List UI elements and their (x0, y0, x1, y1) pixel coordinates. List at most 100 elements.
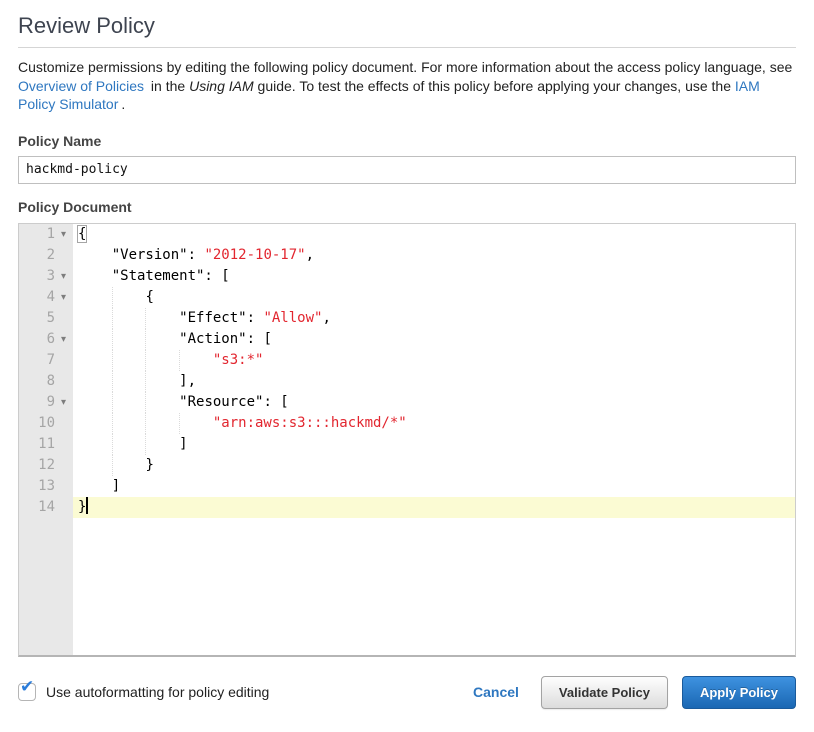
fold-arrow-icon[interactable]: ▾ (55, 392, 66, 413)
indent-guide (112, 287, 113, 308)
validate-policy-button[interactable]: Validate Policy (541, 676, 668, 709)
title-divider (18, 47, 796, 48)
gutter-line-number: 10 (19, 413, 73, 434)
intro-text: Customize permissions by editing the fol… (18, 59, 792, 75)
editor-gutter: 1▾23▾4▾56▾789▾1011121314 (19, 224, 73, 655)
code-token: { (78, 226, 86, 242)
footer-bar: ✔ Use autoformatting for policy editing … (18, 676, 796, 709)
code-token-string: "arn:aws:s3:::hackmd/*" (213, 415, 407, 431)
autoformat-label: Use autoformatting for policy editing (46, 684, 269, 700)
code-token-string: "Allow" (263, 310, 322, 326)
code-line[interactable]: "Statement": [ (73, 266, 795, 287)
code-line[interactable]: "Version": "2012-10-17", (73, 245, 795, 266)
autoformat-option: ✔ Use autoformatting for policy editing (18, 683, 269, 701)
gutter-line-number: 5 (19, 308, 73, 329)
gutter-line-number: 9▾ (19, 392, 73, 413)
intro-text: in the (147, 78, 189, 94)
using-iam-text: Using IAM (189, 78, 254, 94)
fold-arrow-icon[interactable]: ▾ (55, 224, 66, 245)
line-number: 12 (38, 455, 55, 476)
checkmark-icon: ✔ (20, 677, 34, 697)
indent-guide (179, 413, 180, 434)
gutter-line-number: 3▾ (19, 266, 73, 287)
line-number: 14 (38, 497, 55, 518)
indent-guide (145, 329, 146, 350)
indent-guide (179, 350, 180, 371)
gutter-line-number: 13 (19, 476, 73, 497)
code-token: } (78, 499, 86, 515)
indent-guide (145, 392, 146, 413)
indent-guide (145, 371, 146, 392)
text-cursor (86, 497, 88, 514)
line-number: 13 (38, 476, 55, 497)
editor-code[interactable]: { "Version": "2012-10-17", "Statement": … (73, 224, 795, 655)
line-number: 8 (47, 371, 55, 392)
footer-actions: Cancel Validate Policy Apply Policy (473, 676, 796, 709)
indent-guide (112, 308, 113, 329)
intro-text: . (121, 96, 125, 112)
gutter-line-number: 11 (19, 434, 73, 455)
intro-paragraph: Customize permissions by editing the fol… (18, 58, 796, 114)
code-line[interactable]: } (73, 455, 795, 476)
policy-document-editor[interactable]: 1▾23▾4▾56▾789▾1011121314 { "Version": "2… (18, 223, 796, 657)
gutter-line-number: 4▾ (19, 287, 73, 308)
code-token: , (306, 247, 314, 263)
apply-policy-button[interactable]: Apply Policy (682, 676, 796, 709)
code-line[interactable]: } (73, 497, 795, 518)
code-line[interactable]: ] (73, 434, 795, 455)
line-number: 4 (47, 287, 55, 308)
indent-guide (112, 434, 113, 455)
review-policy-page: Review Policy Customize permissions by e… (0, 13, 814, 709)
code-line[interactable]: "s3:*" (73, 350, 795, 371)
policy-name-label: Policy Name (18, 134, 796, 149)
gutter-line-number: 12 (19, 455, 73, 476)
code-line[interactable]: "Resource": [ (73, 392, 795, 413)
indent-guide (145, 350, 146, 371)
intro-text: guide. To test the effects of this polic… (254, 78, 735, 94)
code-token: "Effect": (179, 310, 263, 326)
indent-guide (145, 413, 146, 434)
code-token: "Statement": [ (112, 268, 230, 284)
code-token: "Action": [ (179, 331, 272, 347)
overview-of-policies-link[interactable]: Overview of Policies (18, 78, 147, 94)
code-token-string: "s3:*" (213, 352, 264, 368)
page-title: Review Policy (18, 13, 796, 39)
code-token: ] (179, 436, 187, 452)
code-line[interactable]: "Effect": "Allow", (73, 308, 795, 329)
policy-document-label: Policy Document (18, 200, 796, 215)
indent-guide (112, 350, 113, 371)
code-token: "Resource": [ (179, 394, 289, 410)
policy-name-input[interactable] (18, 156, 796, 184)
indent-guide (112, 392, 113, 413)
code-line[interactable]: ] (73, 476, 795, 497)
gutter-line-number: 14 (19, 497, 73, 518)
indent-guide (112, 371, 113, 392)
gutter-line-number: 6▾ (19, 329, 73, 350)
gutter-line-number: 8 (19, 371, 73, 392)
indent-guide (112, 413, 113, 434)
autoformat-checkbox[interactable]: ✔ (18, 683, 36, 701)
fold-arrow-icon[interactable]: ▾ (55, 287, 66, 308)
code-line[interactable]: ], (73, 371, 795, 392)
line-number: 1 (47, 224, 55, 245)
code-line[interactable]: "Action": [ (73, 329, 795, 350)
code-line[interactable]: { (73, 287, 795, 308)
code-line[interactable]: { (73, 224, 795, 245)
cancel-link[interactable]: Cancel (473, 684, 519, 700)
code-token: "Version": (112, 247, 205, 263)
line-number: 11 (38, 434, 55, 455)
code-token-string: "2012-10-17" (204, 247, 305, 263)
line-number: 5 (47, 308, 55, 329)
indent-guide (145, 308, 146, 329)
fold-arrow-icon[interactable]: ▾ (55, 266, 66, 287)
code-token: } (145, 457, 153, 473)
line-number: 2 (47, 245, 55, 266)
code-line[interactable]: "arn:aws:s3:::hackmd/*" (73, 413, 795, 434)
code-token: ] (112, 478, 120, 494)
gutter-line-number: 1▾ (19, 224, 73, 245)
gutter-line-number: 7 (19, 350, 73, 371)
fold-arrow-icon[interactable]: ▾ (55, 329, 66, 350)
line-number: 7 (47, 350, 55, 371)
indent-guide (112, 455, 113, 476)
code-token: { (145, 289, 153, 305)
